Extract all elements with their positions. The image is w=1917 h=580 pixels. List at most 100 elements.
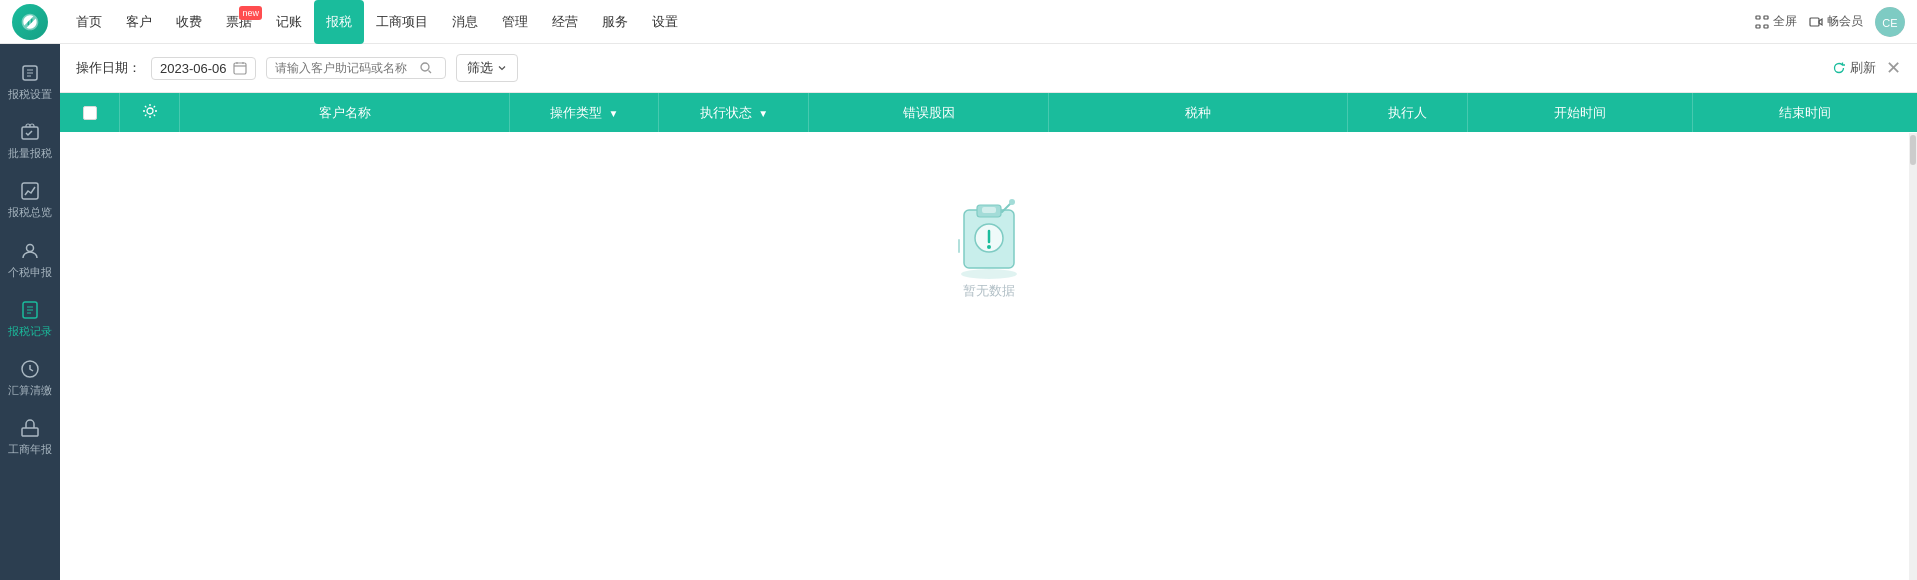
nav-settings[interactable]: 设置 xyxy=(640,0,690,44)
fullscreen-label: 全屏 xyxy=(1773,13,1797,30)
nav-customer[interactable]: 客户 xyxy=(114,0,164,44)
svg-rect-13 xyxy=(22,428,38,436)
member-label: 畅会员 xyxy=(1827,13,1863,30)
th-check[interactable] xyxy=(60,93,120,132)
tax-records-icon xyxy=(19,299,41,321)
sidebar: 报税设置 批量报税 报税总览 xyxy=(0,44,60,580)
avatar-icon: CE xyxy=(1875,7,1905,37)
sidebar-item-personal-tax[interactable]: 个税申报 xyxy=(0,230,60,289)
date-picker[interactable]: 2023-06-06 xyxy=(151,57,256,80)
sidebar-item-tax-records[interactable]: 报税记录 xyxy=(0,289,60,348)
nav-bookkeeping[interactable]: 记账 xyxy=(264,0,314,44)
calendar-icon xyxy=(233,61,247,75)
settlement-label: 汇算清缴 xyxy=(8,384,52,397)
search-input[interactable] xyxy=(275,61,415,75)
th-executor: 执行人 xyxy=(1348,93,1468,132)
svg-rect-9 xyxy=(22,183,38,199)
svg-rect-0 xyxy=(1756,16,1760,19)
filter-button[interactable]: 筛选 xyxy=(456,54,518,82)
th-customer-name: 客户名称 xyxy=(180,93,509,132)
app-logo[interactable] xyxy=(12,4,48,40)
sidebar-item-annual-report[interactable]: 工商年报 xyxy=(0,407,60,466)
filter-status-icon: ▼ xyxy=(758,108,768,119)
right-tools: 全屏 畅会员 CE xyxy=(1755,7,1905,37)
th-start-time: 开始时间 xyxy=(1468,93,1693,132)
nav-business[interactable]: 工商项目 xyxy=(364,0,440,44)
svg-rect-14 xyxy=(234,63,246,74)
sidebar-item-batch-tax[interactable]: 批量报税 xyxy=(0,111,60,170)
svg-point-25 xyxy=(987,245,991,249)
empty-illustration xyxy=(944,192,1034,282)
svg-point-10 xyxy=(27,244,34,251)
nav-invoice[interactable]: 票据 new xyxy=(214,0,264,44)
scroll-thumb[interactable] xyxy=(1910,135,1916,165)
tax-records-label: 报税记录 xyxy=(8,325,52,338)
member-button[interactable]: 畅会员 xyxy=(1809,13,1863,30)
tax-settings-label: 报税设置 xyxy=(8,88,52,101)
gear-icon xyxy=(142,103,158,119)
nav-home[interactable]: 首页 xyxy=(64,0,114,44)
personal-tax-icon xyxy=(19,240,41,262)
chevron-down-icon xyxy=(497,63,507,73)
svg-point-16 xyxy=(147,108,153,114)
new-badge: new xyxy=(239,6,262,20)
svg-rect-2 xyxy=(1756,25,1760,28)
content-area: 操作日期： 2023-06-06 筛选 xyxy=(60,44,1917,580)
toolbar: 操作日期： 2023-06-06 筛选 xyxy=(60,44,1917,93)
header-checkbox[interactable] xyxy=(83,106,97,120)
main-layout: 报税设置 批量报税 报税总览 xyxy=(0,44,1917,580)
sidebar-item-tax-overview[interactable]: 报税总览 xyxy=(0,170,60,229)
date-value: 2023-06-06 xyxy=(160,61,227,76)
sidebar-item-tax-settings[interactable]: 报税设置 xyxy=(0,52,60,111)
filter-optype-icon: ▼ xyxy=(608,108,618,119)
table-body: 暂无数据 xyxy=(60,132,1917,340)
svg-point-27 xyxy=(1009,199,1015,205)
fullscreen-icon xyxy=(1755,15,1769,29)
scroll-indicator xyxy=(1909,133,1917,580)
nav-operation[interactable]: 经营 xyxy=(540,0,590,44)
empty-state: 暂无数据 xyxy=(60,132,1917,340)
table-container: 客户名称 操作类型 ▼ 执行状态 ▼ 错误股因 税种 执行人 开始时间 xyxy=(60,93,1917,580)
annual-report-icon xyxy=(19,417,41,439)
settlement-icon xyxy=(19,358,41,380)
nav-billing[interactable]: 收费 xyxy=(164,0,214,44)
filter-label: 筛选 xyxy=(467,59,493,77)
table-header: 客户名称 操作类型 ▼ 执行状态 ▼ 错误股因 税种 执行人 开始时间 xyxy=(60,93,1917,132)
personal-tax-label: 个税申报 xyxy=(8,266,52,279)
th-error: 错误股因 xyxy=(809,93,1049,132)
sidebar-item-settlement[interactable]: 汇算清缴 xyxy=(0,348,60,407)
nav-items: 首页 客户 收费 票据 new 记账 报税 工商项目 消息 管理 经营 服务 设… xyxy=(64,0,1755,44)
top-nav: 首页 客户 收费 票据 new 记账 报税 工商项目 消息 管理 经营 服务 设… xyxy=(0,0,1917,44)
nav-manage[interactable]: 管理 xyxy=(490,0,540,44)
svg-point-15 xyxy=(421,63,429,71)
tax-overview-icon xyxy=(19,180,41,202)
nav-tax[interactable]: 报税 xyxy=(314,0,364,44)
th-exec-status[interactable]: 执行状态 ▼ xyxy=(659,93,809,132)
nav-message[interactable]: 消息 xyxy=(440,0,490,44)
svg-point-17 xyxy=(961,269,1017,279)
svg-rect-4 xyxy=(1810,18,1819,26)
user-avatar[interactable]: CE xyxy=(1875,7,1905,37)
refresh-label: 刷新 xyxy=(1850,59,1876,77)
batch-tax-icon xyxy=(19,121,41,143)
annual-report-label: 工商年报 xyxy=(8,443,52,456)
th-op-type[interactable]: 操作类型 ▼ xyxy=(509,93,659,132)
empty-row: 暂无数据 xyxy=(60,132,1917,340)
close-button[interactable]: ✕ xyxy=(1886,59,1901,77)
fullscreen-button[interactable]: 全屏 xyxy=(1755,13,1797,30)
search-icon xyxy=(419,61,433,75)
video-icon xyxy=(1809,15,1823,29)
svg-rect-21 xyxy=(982,207,996,213)
data-table: 客户名称 操作类型 ▼ 执行状态 ▼ 错误股因 税种 执行人 开始时间 xyxy=(60,93,1917,340)
tax-overview-label: 报税总览 xyxy=(8,206,52,219)
svg-rect-1 xyxy=(1764,16,1768,19)
search-wrap[interactable] xyxy=(266,57,446,79)
th-end-time: 结束时间 xyxy=(1692,93,1917,132)
svg-text:CE: CE xyxy=(1882,17,1897,29)
batch-tax-label: 批量报税 xyxy=(8,147,52,160)
refresh-button[interactable]: 刷新 xyxy=(1832,59,1876,77)
date-label: 操作日期： xyxy=(76,59,141,77)
th-gear[interactable] xyxy=(120,93,180,132)
tax-settings-icon xyxy=(19,62,41,84)
nav-service[interactable]: 服务 xyxy=(590,0,640,44)
